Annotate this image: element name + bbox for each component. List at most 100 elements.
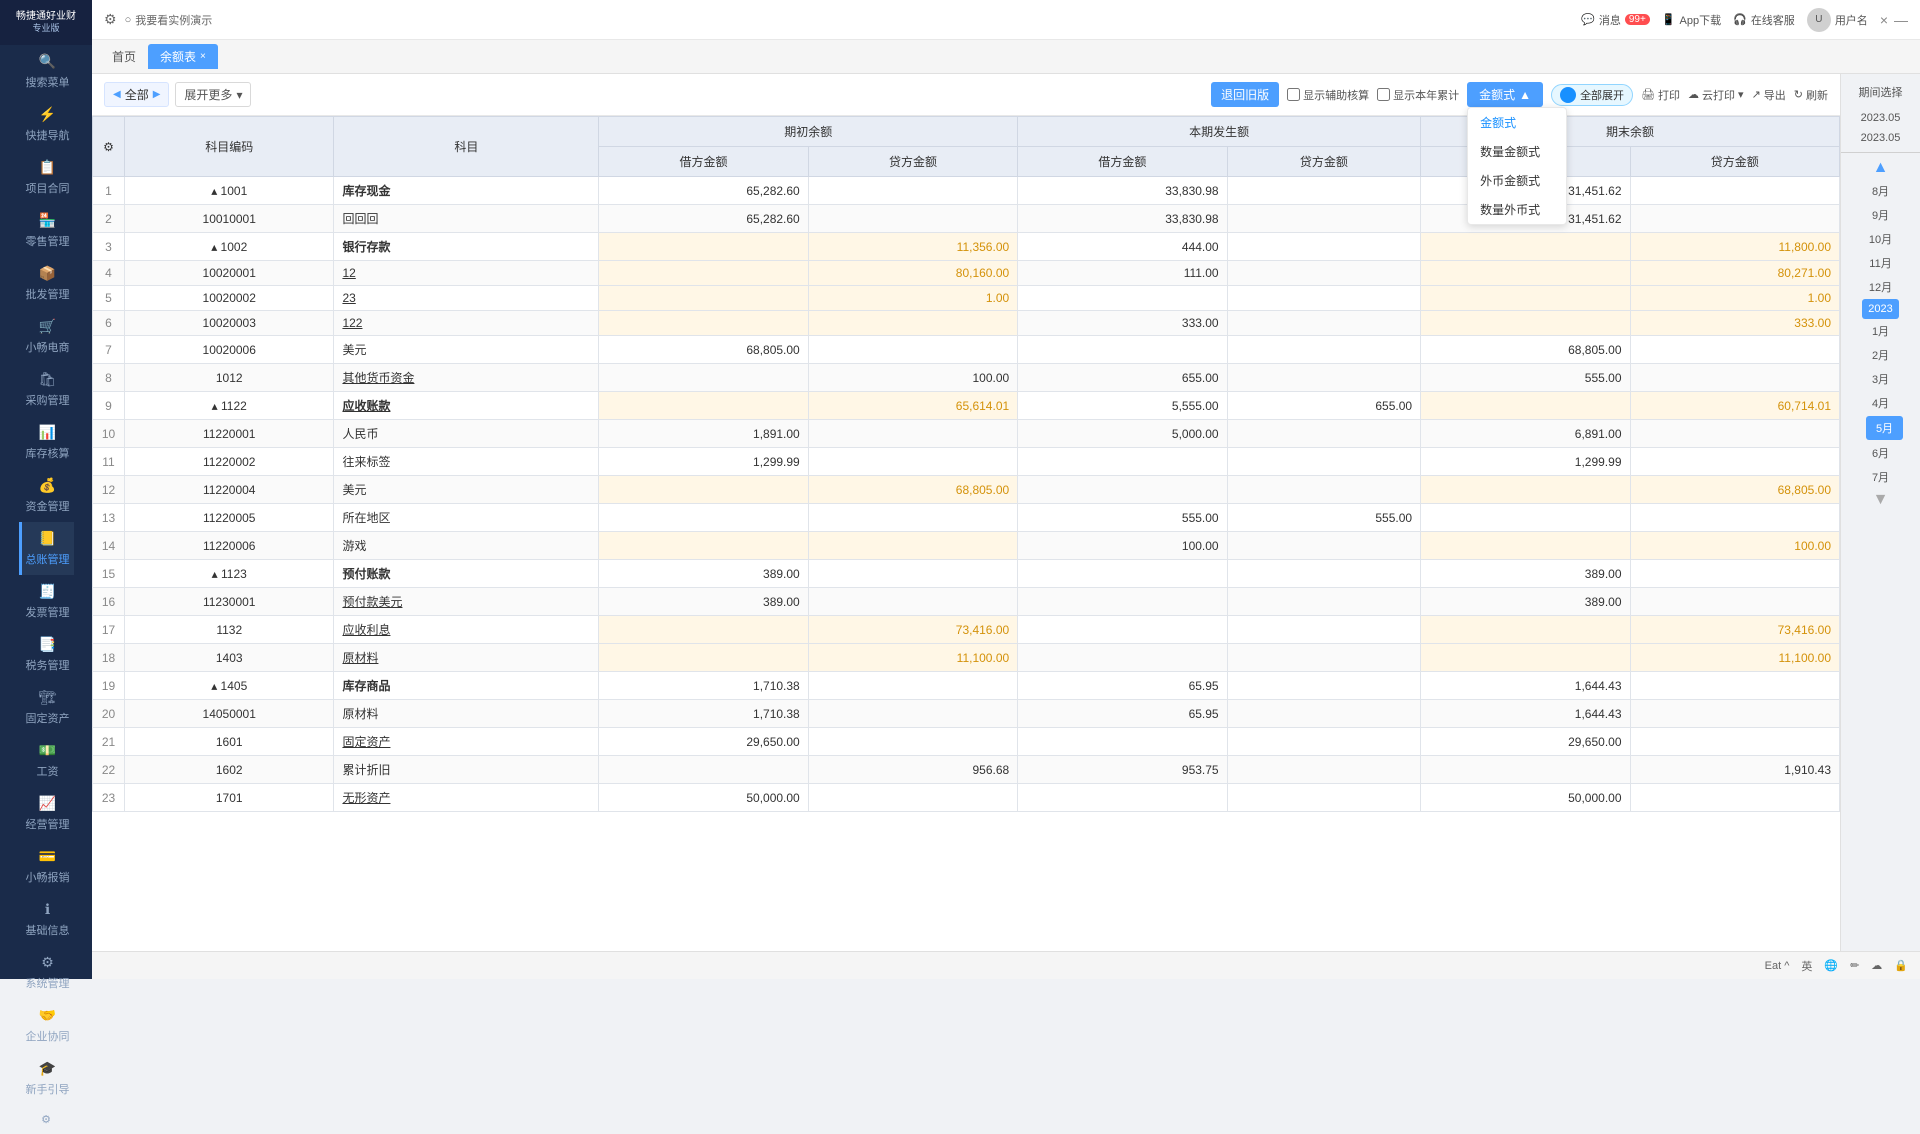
cell-no: 9 <box>93 392 125 420</box>
sidebar-item-发票管理[interactable]: 🧾发票管理 <box>19 575 74 628</box>
cell-subject[interactable]: 应收利息 <box>334 616 599 644</box>
period-month-9月[interactable]: 9月 <box>1862 203 1899 227</box>
expand-more-btn[interactable]: 展开更多 ▾ <box>175 82 251 107</box>
period-month-2023[interactable]: 2023 <box>1862 299 1899 319</box>
cloud-print-btn[interactable]: ☁ 云打印 ▾ <box>1688 87 1744 103</box>
table-row: 3▴ 1002银行存款11,356.00444.0011,800.00 <box>93 233 1840 261</box>
expand-all-toggle[interactable]: 全部展开 <box>1551 84 1633 106</box>
dropdown-item-数量金额式[interactable]: 数量金额式 <box>1468 137 1566 166</box>
cell-debit-occur: 5,555.00 <box>1018 392 1227 420</box>
cell-credit-occur <box>1227 476 1420 504</box>
jinee-style-btn[interactable]: 金额式 ▲ <box>1467 82 1543 107</box>
tab-close-icon[interactable]: × <box>200 51 206 62</box>
cell-debit-end: 6,891.00 <box>1421 420 1630 448</box>
show-year-checkbox[interactable]: 显示本年累计 <box>1377 87 1459 103</box>
statusbar-lang[interactable]: 英 <box>1801 958 1812 974</box>
sidebar-item-新手引导[interactable]: 🎓新手引导 <box>19 1052 74 1105</box>
period-month-12月[interactable]: 12月 <box>1862 275 1899 299</box>
sidebar-item-采购管理[interactable]: 🛍采购管理 <box>19 363 74 416</box>
period-month-8月[interactable]: 8月 <box>1862 179 1899 203</box>
period-month-7月[interactable]: 7月 <box>1862 465 1899 489</box>
cell-subject[interactable]: 预付款美元 <box>334 588 599 616</box>
sidebar-item-搜索菜单[interactable]: 🔍搜索菜单 <box>19 45 74 98</box>
sidebar-item-小畅报销[interactable]: 💳小畅报销 <box>19 840 74 893</box>
dropdown-item-数量外币式[interactable]: 数量外币式 <box>1468 195 1566 224</box>
show-assist-checkbox[interactable]: 显示辅助核算 <box>1287 87 1369 103</box>
cell-debit-occur: 33,830.98 <box>1018 177 1227 205</box>
period-month-6月[interactable]: 6月 <box>1862 441 1899 465</box>
period-month-2月[interactable]: 2月 <box>1862 343 1899 367</box>
tab-balance[interactable]: 余额表 × <box>148 44 218 69</box>
cell-credit-open <box>808 205 1017 233</box>
sidebar-item-税务管理[interactable]: 📑税务管理 <box>19 628 74 681</box>
cell-debit-end: 389.00 <box>1421 560 1630 588</box>
period-2023-05a[interactable]: 2023.05 <box>1841 108 1920 128</box>
cell-subject[interactable]: 原材料 <box>334 644 599 672</box>
dropdown-item-外币金额式[interactable]: 外币金额式 <box>1468 166 1566 195</box>
app-download-btn[interactable]: 📱 App下载 <box>1662 12 1721 28</box>
cell-subject[interactable]: 122 <box>334 311 599 336</box>
statusbar-edit[interactable]: ✏ <box>1850 959 1859 972</box>
statusbar-eat[interactable]: Eat ^ <box>1765 960 1790 972</box>
sidebar-item-企业协同[interactable]: 🤝企业协同 <box>19 999 74 1052</box>
sidebar-item-项目合同[interactable]: 📋项目合同 <box>19 151 74 204</box>
cell-credit-end: 68,805.00 <box>1630 476 1840 504</box>
period-month-3月[interactable]: 3月 <box>1862 367 1899 391</box>
period-2023-05b[interactable]: 2023.05 <box>1841 128 1920 148</box>
window-min-btn[interactable]: — <box>1894 12 1908 28</box>
period-month-4月[interactable]: 4月 <box>1862 391 1899 415</box>
cell-credit-open: 65,614.01 <box>808 392 1017 420</box>
cell-subject[interactable]: 23 <box>334 286 599 311</box>
sidebar-item-固定资产[interactable]: 🏗固定资产 <box>19 681 74 734</box>
sidebar-item-零售管理[interactable]: 🏪零售管理 <box>19 204 74 257</box>
settings-icon[interactable]: ⚙ <box>104 11 117 28</box>
period-month-10月[interactable]: 10月 <box>1862 227 1899 251</box>
jinee-style-dropdown[interactable]: 金额式 ▲ 金额式数量金额式外币金额式数量外币式 <box>1467 82 1543 107</box>
refresh-btn[interactable]: ↻ 刷新 <box>1794 87 1828 103</box>
cell-credit-end <box>1630 205 1840 233</box>
period-month-11月[interactable]: 11月 <box>1862 251 1899 275</box>
sidebar-item-快捷导航[interactable]: ⚡快捷导航 <box>19 98 74 151</box>
cell-subject[interactable]: 12 <box>334 261 599 286</box>
cell-subject[interactable]: 无形资产 <box>334 784 599 812</box>
sidebar-item-系统管理[interactable]: ⚙系统管理 <box>19 946 74 999</box>
statusbar-globe[interactable]: 🌐 <box>1824 959 1838 972</box>
demo-btn[interactable]: ○ 我要看实例演示 <box>125 12 213 28</box>
sidebar-item-基础信息[interactable]: ℹ基础信息 <box>19 893 74 946</box>
cell-subject[interactable]: 其他货币资金 <box>334 364 599 392</box>
cell-subject: 累计折旧 <box>334 756 599 784</box>
sidebar-item-批发管理[interactable]: 📦批发管理 <box>19 257 74 310</box>
sidebar-item-经营管理[interactable]: 📈经营管理 <box>19 787 74 840</box>
user-avatar-btn[interactable]: U 用户名 <box>1807 8 1868 32</box>
cell-debit-open: 1,710.38 <box>599 672 808 700</box>
statusbar-cloud[interactable]: ☁ <box>1871 959 1882 972</box>
sidebar-item-工资[interactable]: 💵工资 <box>19 734 74 787</box>
sidebar-item-资金管理[interactable]: 💰资金管理 <box>19 469 74 522</box>
all-btn[interactable]: ◀ 全部 ▶ <box>104 82 169 107</box>
sidebar-item-小畅电商[interactable]: 🛒小畅电商 <box>19 310 74 363</box>
topbar-right: 💬 消息 99+ 📱 App下载 🎧 在线客服 U 用户名 × — <box>1581 8 1908 32</box>
return-old-btn[interactable]: 退回旧版 <box>1211 82 1279 107</box>
period-month-5月[interactable]: 5月 <box>1866 416 1903 440</box>
statusbar-lock[interactable]: 🔒 <box>1894 959 1908 972</box>
sidebar-item-总账管理[interactable]: 📒总账管理 <box>19 522 74 575</box>
period-up-btn[interactable]: ▲ <box>1873 159 1889 177</box>
cell-credit-occur <box>1227 311 1420 336</box>
dropdown-item-金额式[interactable]: 金额式 <box>1468 108 1566 137</box>
period-down-btn[interactable]: ▼ <box>1873 491 1889 509</box>
print-btn[interactable]: 🖨 打印 <box>1641 87 1680 103</box>
tabs-bar: 首页 余额表 × <box>92 40 1920 74</box>
cell-subject[interactable]: 固定资产 <box>334 728 599 756</box>
cell-subject[interactable]: 应收账款 <box>334 392 599 420</box>
period-month-1月[interactable]: 1月 <box>1862 319 1899 343</box>
sidebar-settings[interactable]: ⚙ <box>0 1105 92 1134</box>
window-close-btn[interactable]: × <box>1880 12 1888 28</box>
tab-home[interactable]: 首页 <box>100 44 148 69</box>
msg-btn[interactable]: 💬 消息 99+ <box>1581 12 1650 28</box>
online-service-btn[interactable]: 🎧 在线客服 <box>1733 12 1795 28</box>
cell-credit-occur <box>1227 560 1420 588</box>
export-btn[interactable]: ↗ 导出 <box>1752 87 1786 103</box>
th-settings[interactable]: ⚙ <box>93 117 125 177</box>
sidebar-item-库存核算[interactable]: 📊库存核算 <box>19 416 74 469</box>
cell-debit-occur <box>1018 286 1227 311</box>
